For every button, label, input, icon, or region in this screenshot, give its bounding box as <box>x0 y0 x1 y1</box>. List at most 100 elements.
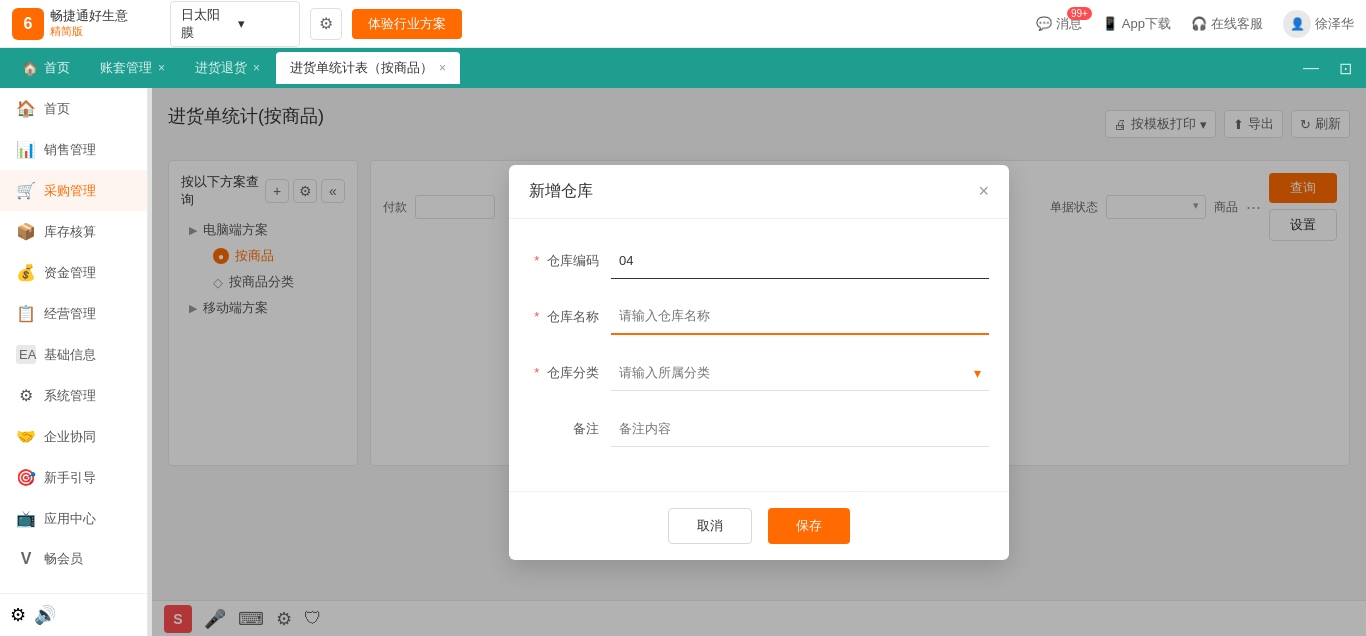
sidebar-item-apps[interactable]: 📺 应用中心 <box>0 498 147 539</box>
modal-close-button[interactable]: × <box>978 181 989 202</box>
enterprise-icon: 🤝 <box>16 427 36 446</box>
sidebar-item-operations-label: 经营管理 <box>44 305 96 323</box>
sidebar-item-home-label: 首页 <box>44 100 70 118</box>
remark-input[interactable] <box>611 411 989 447</box>
store-dropdown-arrow: ▾ <box>238 16 289 31</box>
app-download-label: App下载 <box>1122 15 1171 33</box>
sidebar-item-inventory[interactable]: 📦 库存核算 <box>0 211 147 252</box>
warehouse-code-row: * 仓库编码 <box>529 243 989 279</box>
modal-header: 新增仓库 × <box>509 165 1009 219</box>
cancel-button[interactable]: 取消 <box>668 508 752 544</box>
tab-purchase-return-close[interactable]: × <box>253 61 260 75</box>
warehouse-name-row: * 仓库名称 <box>529 299 989 335</box>
apps-icon: 📺 <box>16 509 36 528</box>
tab-minimize-button[interactable]: — <box>1297 57 1325 80</box>
warehouse-code-input[interactable] <box>611 243 989 279</box>
save-button[interactable]: 保存 <box>768 508 850 544</box>
tab-bar: 🏠 首页 账套管理 × 进货退货 × 进货单统计表（按商品） × — ⊡ <box>0 48 1366 88</box>
modal-body: * 仓库编码 * 仓库名称 <box>509 219 1009 491</box>
header-right: 💬 消息 99+ 📱 App下载 🎧 在线客服 👤 徐泽华 <box>1036 10 1354 38</box>
sidebar-item-basic-info-label: 基础信息 <box>44 346 96 364</box>
tab-purchase-return-label: 进货退货 <box>195 59 247 77</box>
tab-accounts-close[interactable]: × <box>158 61 165 75</box>
sidebar-item-basic-info[interactable]: EA 基础信息 <box>0 334 147 375</box>
sales-icon: 📊 <box>16 140 36 159</box>
sidebar-bottom: ⚙ 🔊 <box>0 593 147 636</box>
home-icon: 🏠 <box>22 61 38 76</box>
sidebar-item-enterprise[interactable]: 🤝 企业协同 <box>0 416 147 457</box>
tab-accounts-label: 账套管理 <box>100 59 152 77</box>
tab-purchase-stats[interactable]: 进货单统计表（按商品） × <box>276 52 460 84</box>
new-warehouse-modal: 新增仓库 × * 仓库编码 * <box>509 165 1009 560</box>
app-download-button[interactable]: 📱 App下载 <box>1102 15 1171 33</box>
tab-actions: — ⊡ <box>1297 57 1358 80</box>
member-icon: V <box>16 550 36 568</box>
required-star-category: * <box>534 365 539 380</box>
settings-button[interactable]: ⚙ <box>310 8 342 40</box>
app-logo: 6 <box>12 8 44 40</box>
required-star-name: * <box>534 309 539 324</box>
user-avatar: 👤 <box>1283 10 1311 38</box>
username: 徐泽华 <box>1315 15 1354 33</box>
tab-purchase-return[interactable]: 进货退货 × <box>181 52 274 84</box>
finance-icon: 💰 <box>16 263 36 282</box>
sidebar-item-inventory-label: 库存核算 <box>44 223 96 241</box>
notification-badge: 99+ <box>1067 7 1092 20</box>
guide-icon: 🎯 <box>16 468 36 487</box>
sidebar-sound-icon[interactable]: 🔊 <box>34 604 56 626</box>
tab-purchase-stats-close[interactable]: × <box>439 61 446 75</box>
headset-icon: 🎧 <box>1191 16 1207 31</box>
user-area[interactable]: 👤 徐泽华 <box>1283 10 1354 38</box>
sidebar-item-finance-label: 资金管理 <box>44 264 96 282</box>
sidebar-item-apps-label: 应用中心 <box>44 510 96 528</box>
modal-footer: 取消 保存 <box>509 491 1009 560</box>
tab-home[interactable]: 🏠 首页 <box>8 52 84 84</box>
sidebar-item-member[interactable]: V 畅会员 <box>0 539 147 579</box>
phone-icon: 📱 <box>1102 16 1118 31</box>
sidebar: 🏠 首页 📊 销售管理 🛒 采购管理 📦 库存核算 💰 资金管理 📋 经营管理 … <box>0 88 148 636</box>
sidebar-item-home[interactable]: 🏠 首页 <box>0 88 147 129</box>
tab-purchase-stats-label: 进货单统计表（按商品） <box>290 59 433 77</box>
sidebar-item-enterprise-label: 企业协同 <box>44 428 96 446</box>
sidebar-item-sales[interactable]: 📊 销售管理 <box>0 129 147 170</box>
message-button[interactable]: 💬 消息 99+ <box>1036 15 1082 33</box>
app-name: 畅捷通好生意 <box>50 8 128 25</box>
sidebar-item-member-label: 畅会员 <box>44 550 83 568</box>
modal-overlay: 新增仓库 × * 仓库编码 * <box>152 88 1366 636</box>
warehouse-category-row: * 仓库分类 ▾ <box>529 355 989 391</box>
warehouse-category-wrapper: ▾ <box>611 355 989 391</box>
sidebar-item-guide[interactable]: 🎯 新手引导 <box>0 457 147 498</box>
sidebar-item-guide-label: 新手引导 <box>44 469 96 487</box>
sidebar-settings-icon[interactable]: ⚙ <box>10 604 26 626</box>
tab-expand-button[interactable]: ⊡ <box>1333 57 1358 80</box>
main-layout: 🏠 首页 📊 销售管理 🛒 采购管理 📦 库存核算 💰 资金管理 📋 经营管理 … <box>0 88 1366 636</box>
sidebar-item-operations[interactable]: 📋 经营管理 <box>0 293 147 334</box>
warehouse-code-label: * 仓库编码 <box>529 252 599 270</box>
remark-row: 备注 <box>529 411 989 447</box>
modal-title: 新增仓库 <box>529 181 593 202</box>
required-star-code: * <box>534 253 539 268</box>
experience-button[interactable]: 体验行业方案 <box>352 9 462 39</box>
inventory-icon: 📦 <box>16 222 36 241</box>
sidebar-item-finance[interactable]: 💰 资金管理 <box>0 252 147 293</box>
basic-info-icon: EA <box>16 345 36 364</box>
message-icon: 💬 <box>1036 16 1052 31</box>
remark-label: 备注 <box>529 420 599 438</box>
operations-icon: 📋 <box>16 304 36 323</box>
tab-accounts[interactable]: 账套管理 × <box>86 52 179 84</box>
system-icon: ⚙ <box>16 386 36 405</box>
online-service-button[interactable]: 🎧 在线客服 <box>1191 15 1263 33</box>
warehouse-name-input[interactable] <box>611 299 989 335</box>
top-header: 6 畅捷通好生意 精简版 日太阳膜 ▾ ⚙ 体验行业方案 💬 消息 99+ 📱 … <box>0 0 1366 48</box>
tab-home-label: 首页 <box>44 59 70 77</box>
purchase-icon: 🛒 <box>16 181 36 200</box>
logo-area: 6 畅捷通好生意 精简版 <box>12 8 160 40</box>
warehouse-category-input[interactable] <box>611 355 989 391</box>
online-service-label: 在线客服 <box>1211 15 1263 33</box>
sidebar-item-system[interactable]: ⚙ 系统管理 <box>0 375 147 416</box>
warehouse-name-label: * 仓库名称 <box>529 308 599 326</box>
content-area: 进货单统计(按商品) 🖨 按模板打印 ▾ ⬆ 导出 ↻ 刷新 <box>152 88 1366 636</box>
sidebar-item-purchase[interactable]: 🛒 采购管理 <box>0 170 147 211</box>
home-sidebar-icon: 🏠 <box>16 99 36 118</box>
store-selector[interactable]: 日太阳膜 ▾ <box>170 1 300 47</box>
